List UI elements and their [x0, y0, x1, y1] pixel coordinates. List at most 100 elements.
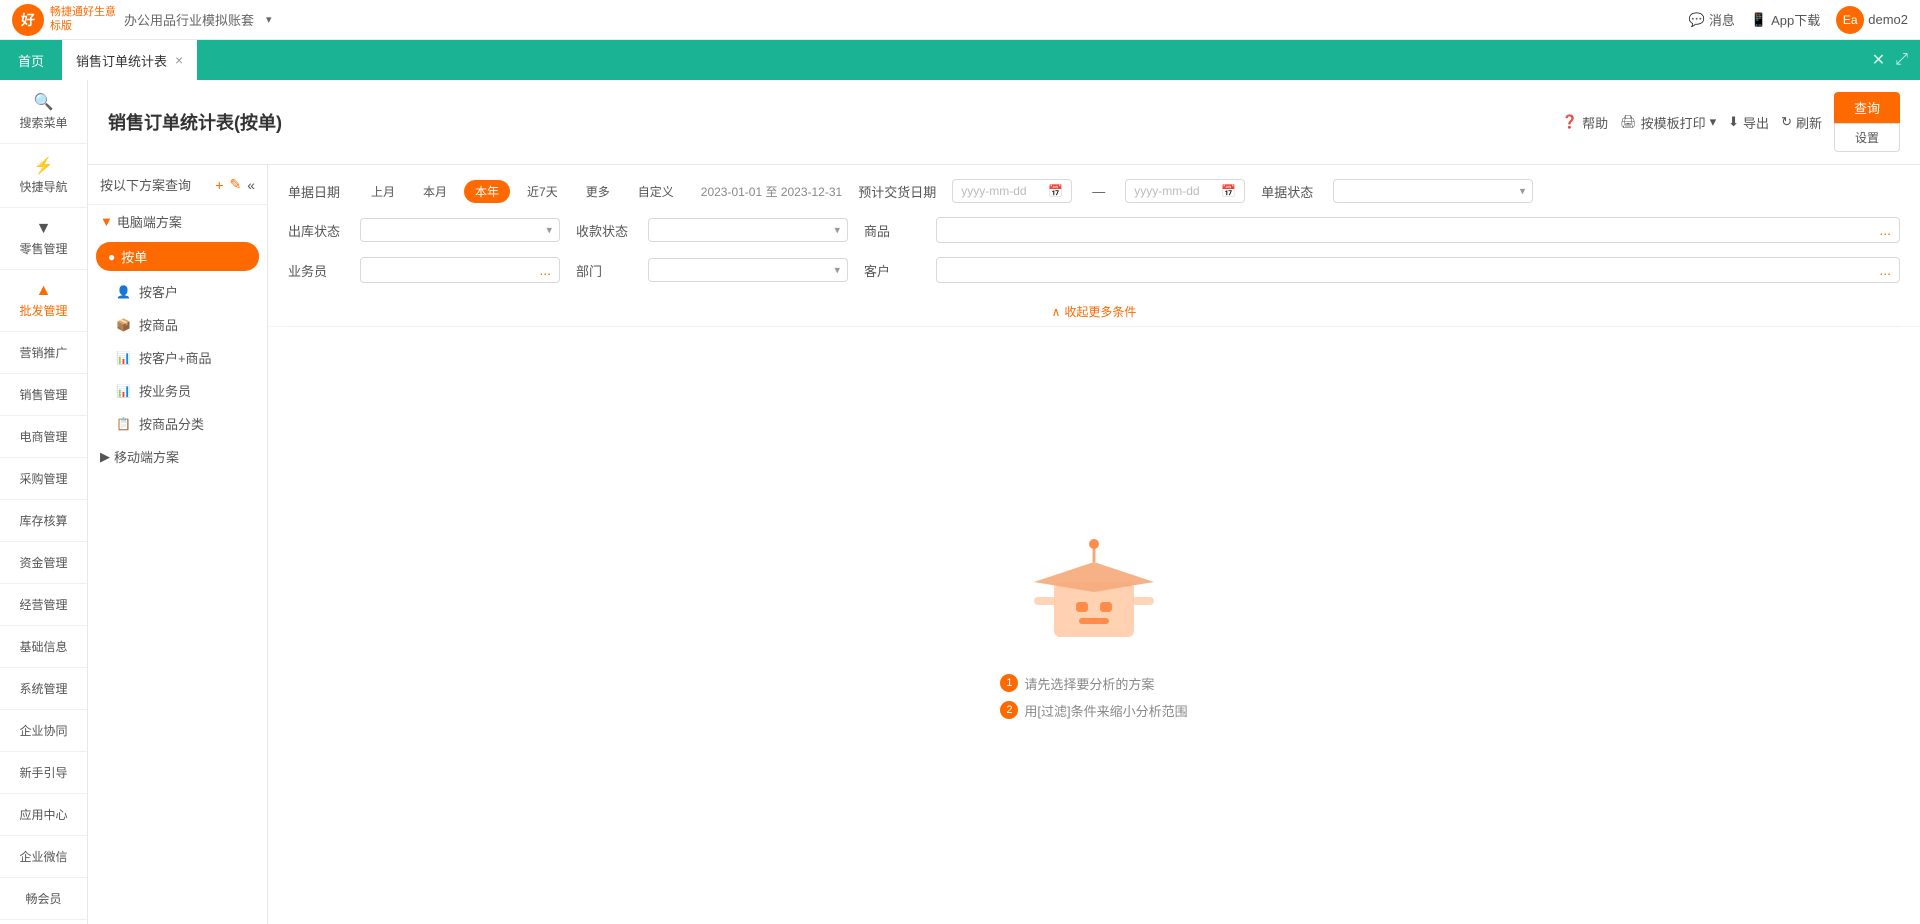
tree-item-by-customer[interactable]: 👤 按客户: [88, 275, 267, 308]
sidebar-item-enterprise[interactable]: 企业协同: [0, 710, 87, 752]
dept-select[interactable]: [648, 258, 848, 282]
empty-illustration: [1024, 532, 1164, 652]
wholesale-icon: ▲: [0, 282, 87, 300]
download-icon: 📱: [1751, 12, 1767, 28]
goods-ellipsis-icon[interactable]: ...: [1879, 222, 1891, 238]
dept-label: 部门: [576, 261, 632, 280]
panel-edit-icon[interactable]: ✎: [229, 176, 241, 193]
empty-hint-1: 1 请先选择要分析的方案: [1000, 674, 1187, 693]
collapse-more-btn[interactable]: ∧ 收起更多条件: [288, 297, 1900, 326]
empty-area: 1 请先选择要分析的方案 2 用[过滤]条件来缩小分析范围: [268, 327, 1920, 924]
panel-title: 按以下方案查询: [100, 175, 191, 194]
calendar-icon-end: 📅: [1221, 184, 1236, 198]
sidebar-item-quick-nav[interactable]: ⚡ 快捷导航: [0, 144, 87, 208]
sidebar-item-retail-mgmt[interactable]: ▼ 零售管理: [0, 208, 87, 270]
main-layout: 🔍 搜索菜单 ⚡ 快捷导航 ▼ 零售管理 ▲ 批发管理 营销推广 销售管理 电商…: [0, 80, 1920, 924]
customer-input[interactable]: ...: [936, 257, 1900, 283]
sidebar-item-member[interactable]: 畅会员: [0, 878, 87, 920]
pill-this-year[interactable]: 本年: [464, 180, 510, 203]
export-btn[interactable]: ⬇ 导出: [1728, 113, 1769, 132]
goods-label: 商品: [864, 221, 920, 240]
expected-date-label: 预计交货日期: [858, 182, 936, 201]
sidebar-item-wholesale-mgmt[interactable]: ▲ 批发管理: [0, 270, 87, 332]
search-icon: 🔍: [0, 92, 87, 112]
tab-close-btn[interactable]: ×: [175, 52, 183, 68]
sidebar-item-sales-mgmt[interactable]: 销售管理: [0, 374, 87, 416]
payment-status-select-wrapper: [648, 218, 848, 242]
export-icon: ⬇: [1728, 114, 1739, 130]
pill-more[interactable]: 更多: [575, 180, 621, 203]
sidebar-item-app-center[interactable]: 应用中心: [0, 794, 87, 836]
date-range-text: 2023-01-01 至 2023-12-31: [701, 183, 842, 200]
tree-item-by-salesman[interactable]: 📊 按业务员: [88, 374, 267, 407]
tab-active[interactable]: 销售订单统计表 ×: [62, 40, 197, 80]
help-btn[interactable]: ❓ 帮助: [1562, 113, 1608, 132]
sidebar-item-search-menu[interactable]: 🔍 搜索菜单: [0, 80, 87, 144]
tree-item-by-product[interactable]: 📦 按商品: [88, 308, 267, 341]
pill-this-month[interactable]: 本月: [412, 180, 458, 203]
by-cust-prod-icon: 📊: [116, 351, 131, 365]
tree-section-mobile[interactable]: ▶ 移动端方案: [88, 440, 267, 473]
page-header-actions: ❓ 帮助 🖨 按模板打印 ▾ ⬇ 导出 ↻ 刷新: [1562, 92, 1900, 152]
sidebar-item-purchase-mgmt[interactable]: 采购管理: [0, 458, 87, 500]
date-start-input[interactable]: yyyy-mm-dd 📅: [952, 179, 1072, 203]
retail-icon: ▼: [0, 220, 87, 238]
sidebar-item-ecommerce[interactable]: 电商管理: [0, 416, 87, 458]
doc-status-select[interactable]: [1333, 179, 1533, 203]
by-product-icon: 📦: [116, 318, 131, 332]
by-order-icon: ●: [108, 250, 115, 264]
window-max-btn[interactable]: ⤢: [1895, 51, 1908, 69]
payment-status-select[interactable]: [648, 218, 848, 242]
panel-actions: + ✎ «: [215, 176, 255, 193]
goods-input[interactable]: ...: [936, 217, 1900, 243]
pill-custom[interactable]: 自定义: [627, 180, 685, 203]
tree-section-pc[interactable]: ▼ 电脑端方案: [88, 205, 267, 238]
pill-last-month[interactable]: 上月: [360, 180, 406, 203]
customer-ellipsis-icon[interactable]: ...: [1879, 262, 1891, 278]
filter-row-2: 出库状态 收款状态 商品: [288, 217, 1900, 243]
date-end-input[interactable]: yyyy-mm-dd 📅: [1125, 179, 1245, 203]
window-close-btn[interactable]: ✕: [1872, 50, 1885, 70]
content-body: 按以下方案查询 + ✎ « ▼ 电脑端方案 ● 按单: [88, 165, 1920, 924]
query-button[interactable]: 查询: [1834, 92, 1900, 123]
title-dropdown-icon[interactable]: ▾: [266, 13, 272, 26]
print-btn[interactable]: 🖨 按模板打印 ▾: [1620, 113, 1716, 132]
pill-last-7days[interactable]: 近7天: [516, 180, 569, 203]
tree-expand-icon: ▼: [100, 214, 113, 229]
sidebar-item-system[interactable]: 系统管理: [0, 668, 87, 710]
sidebar-item-inventory[interactable]: 库存核算: [0, 500, 87, 542]
sidebar: 🔍 搜索菜单 ⚡ 快捷导航 ▼ 零售管理 ▲ 批发管理 营销推广 销售管理 电商…: [0, 80, 88, 924]
ship-status-select[interactable]: [360, 218, 560, 242]
panel-add-icon[interactable]: +: [215, 177, 223, 193]
by-category-icon: 📋: [116, 417, 131, 431]
main-right: 单据日期 上月 本月 本年 近7天 更多 自定义 2023-01-01 至 20…: [268, 165, 1920, 924]
sidebar-item-finance[interactable]: 资金管理: [0, 542, 87, 584]
sidebar-item-operations[interactable]: 经营管理: [0, 584, 87, 626]
panel-collapse-icon[interactable]: «: [247, 177, 255, 193]
message-btn[interactable]: 💬 消息: [1689, 10, 1735, 29]
page-header: 销售订单统计表(按单) ❓ 帮助 🖨 按模板打印 ▾ ⬇ 导出 ↻ 刷新: [88, 80, 1920, 165]
logo-text: 畅捷通好生意 标版: [50, 6, 116, 32]
empty-hint-2: 2 用[过滤]条件来缩小分析范围: [1000, 701, 1187, 720]
tree-item-by-order[interactable]: ● 按单: [96, 242, 259, 271]
settings-button[interactable]: 设置: [1834, 123, 1900, 152]
tab-window-btns: ✕ ⤢: [1872, 50, 1920, 70]
topbar: 好 畅捷通好生意 标版 办公用品行业模拟账套 ▾ 💬 消息 📱 App下载 Ea…: [0, 0, 1920, 40]
refresh-icon: ↻: [1781, 114, 1792, 130]
tree-mobile-expand-icon: ▶: [100, 449, 110, 465]
sidebar-item-marketing[interactable]: 营销推广: [0, 332, 87, 374]
refresh-btn[interactable]: ↻ 刷新: [1781, 113, 1822, 132]
by-salesman-icon: 📊: [116, 384, 131, 398]
salesman-ellipsis-icon[interactable]: ...: [539, 262, 551, 278]
tree-item-by-category[interactable]: 📋 按商品分类: [88, 407, 267, 440]
user-area[interactable]: Ea demo2: [1836, 6, 1908, 34]
sidebar-item-newcomer[interactable]: 新手引导: [0, 752, 87, 794]
date-pills: 上月 本月 本年 近7天 更多 自定义: [360, 180, 685, 203]
sidebar-item-wechat[interactable]: 企业微信: [0, 836, 87, 878]
tree-item-by-cust-prod[interactable]: 📊 按客户+商品: [88, 341, 267, 374]
tab-home[interactable]: 首页: [0, 40, 62, 80]
sidebar-item-basic-info[interactable]: 基础信息: [0, 626, 87, 668]
app-download-btn[interactable]: 📱 App下载: [1751, 10, 1820, 29]
salesman-input[interactable]: ...: [360, 257, 560, 283]
left-panel-header: 按以下方案查询 + ✎ «: [88, 165, 267, 205]
